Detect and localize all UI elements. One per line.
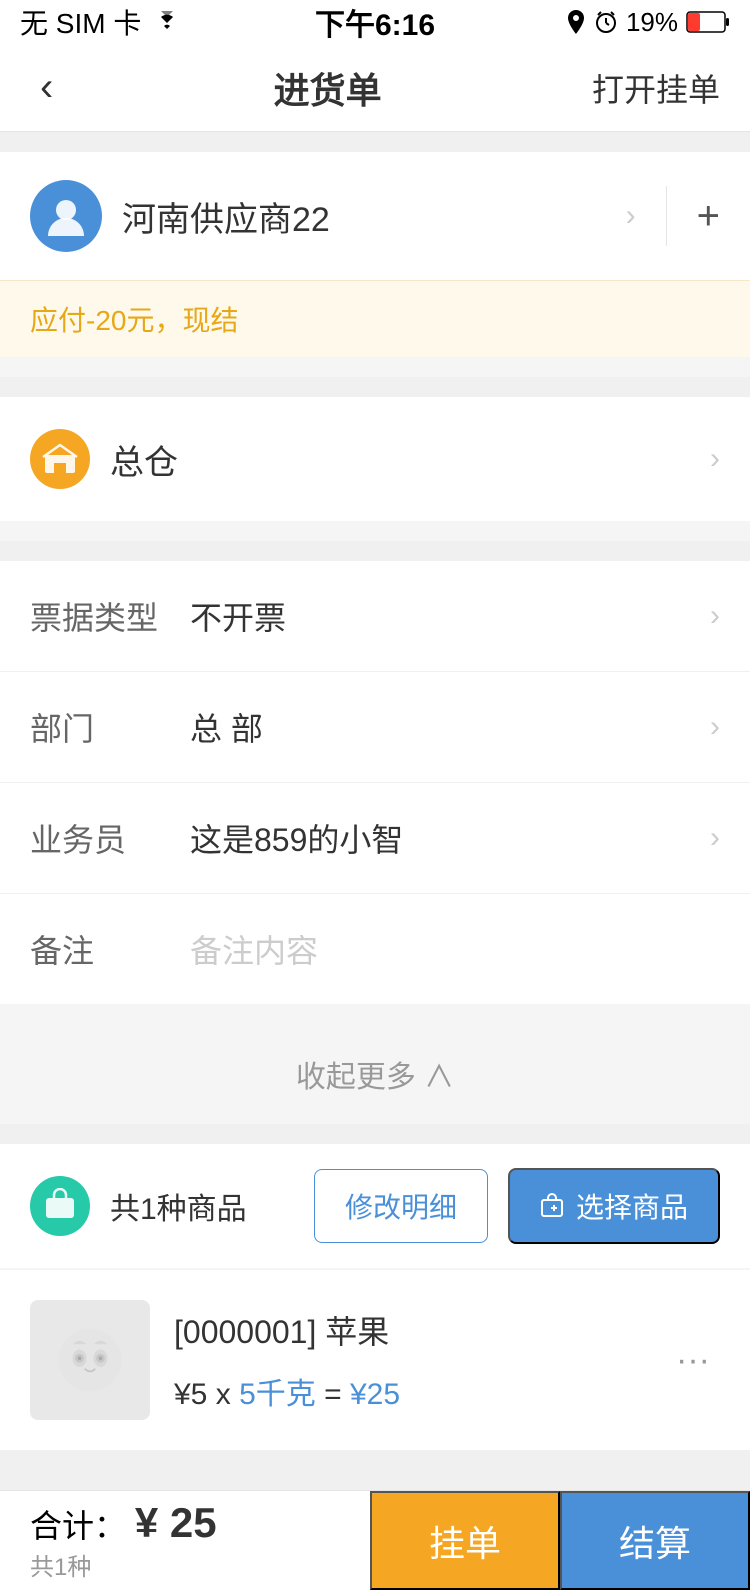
supplier-card: 河南供应商22 › + 应付-20元，现结 xyxy=(0,152,750,357)
notice-text: 应付-20元，现结 xyxy=(30,305,238,336)
product-code: [0000001] xyxy=(174,1314,316,1350)
bottom-spacer xyxy=(0,1450,750,1490)
invoice-chevron-icon: › xyxy=(710,599,720,633)
nav-bar: ‹ 进货单 打开挂单 xyxy=(0,44,750,132)
product-name: [0000001] 苹果 xyxy=(174,1307,642,1353)
status-bar: 无 SIM 卡 下午6:16 19% xyxy=(0,0,750,44)
product-thumbnail xyxy=(30,1300,150,1420)
salesperson-row[interactable]: 业务员 这是859的小智 › xyxy=(0,783,750,894)
cart-icon xyxy=(540,1192,568,1220)
divider xyxy=(666,186,667,246)
notice-bar: 应付-20元，现结 xyxy=(0,280,750,357)
line-total: ¥25 xyxy=(350,1378,400,1411)
product-more-button[interactable]: ··· xyxy=(666,1331,720,1390)
page-title: 进货单 xyxy=(274,62,382,114)
product-title: 苹果 xyxy=(325,1314,389,1350)
salesperson-chevron-icon: › xyxy=(710,821,720,855)
warehouse-row[interactable]: 总仓 › xyxy=(0,397,750,521)
warehouse-chevron-icon: › xyxy=(710,442,720,476)
product-header: 共1种商品 修改明细 选择商品 xyxy=(0,1144,750,1268)
multiply-sign: x xyxy=(216,1378,239,1411)
total-amount: ¥ 25 xyxy=(135,1499,217,1546)
separator-1 xyxy=(0,377,750,397)
supplier-avatar xyxy=(30,180,102,252)
pend-button[interactable]: 挂单 xyxy=(370,1491,560,1590)
supplier-row[interactable]: 河南供应商22 › + xyxy=(0,152,750,280)
supplier-chevron-icon: › xyxy=(626,199,636,233)
supplier-name: 河南供应商22 xyxy=(122,192,626,241)
total-section: 合计： ¥ 25 共1种 xyxy=(0,1499,370,1582)
checkout-button[interactable]: 结算 xyxy=(560,1491,750,1590)
alarm-icon xyxy=(594,10,618,34)
salesperson-label: 业务员 xyxy=(30,815,190,861)
salesperson-value: 这是859的小智 xyxy=(190,815,710,861)
status-time: 下午6:16 xyxy=(315,0,435,44)
product-info: [0000001] 苹果 ¥5 x 5千克 = ¥25 xyxy=(174,1307,642,1413)
warehouse-icon-bg xyxy=(30,429,90,489)
department-row[interactable]: 部门 总 部 › xyxy=(0,672,750,783)
invoice-type-label: 票据类型 xyxy=(30,593,190,639)
warehouse-card: 总仓 › xyxy=(0,397,750,521)
product-count-icon xyxy=(30,1176,90,1236)
department-chevron-icon: › xyxy=(710,710,720,744)
total-label: 合计： xyxy=(30,1508,126,1544)
select-product-label: 选择商品 xyxy=(576,1186,688,1226)
battery-icon xyxy=(686,11,730,33)
back-button[interactable]: ‹ xyxy=(30,55,63,120)
separator-2 xyxy=(0,541,750,561)
separator-3 xyxy=(0,1124,750,1144)
product-item: [0000001] 苹果 ¥5 x 5千克 = ¥25 ··· xyxy=(0,1270,750,1450)
select-product-button[interactable]: 选择商品 xyxy=(508,1168,720,1244)
form-card: 票据类型 不开票 › 部门 总 部 › 业务员 这是859的小智 › 备注 备注… xyxy=(0,561,750,1004)
carrier-text: 无 SIM 卡 xyxy=(20,2,141,42)
open-pending-button[interactable]: 打开挂单 xyxy=(592,65,720,111)
product-count-text: 共1种商品 xyxy=(110,1184,294,1228)
wifi-icon xyxy=(151,11,183,33)
top-separator xyxy=(0,132,750,152)
warehouse-name: 总仓 xyxy=(110,435,710,484)
remark-label: 备注 xyxy=(30,926,190,972)
invoice-type-row[interactable]: 票据类型 不开票 › xyxy=(0,561,750,672)
unit-price: ¥5 xyxy=(174,1378,207,1411)
total-count: 共1种 xyxy=(30,1547,340,1582)
remark-placeholder: 备注内容 xyxy=(190,926,720,972)
invoice-type-value: 不开票 xyxy=(190,593,710,639)
remark-row[interactable]: 备注 备注内容 xyxy=(0,894,750,1004)
edit-detail-button[interactable]: 修改明细 xyxy=(314,1169,488,1243)
location-icon xyxy=(566,10,586,34)
battery-text: 19% xyxy=(626,7,678,38)
equals-sign: = xyxy=(324,1378,350,1411)
department-value: 总 部 xyxy=(190,704,710,750)
add-supplier-button[interactable]: + xyxy=(697,194,720,239)
product-price: ¥5 x 5千克 = ¥25 xyxy=(174,1369,642,1413)
collapse-button[interactable]: 收起更多 ∧ xyxy=(0,1024,750,1124)
department-label: 部门 xyxy=(30,704,190,750)
quantity: 5千克 xyxy=(239,1378,316,1411)
bottom-bar: 合计： ¥ 25 共1种 挂单 结算 xyxy=(0,1490,750,1590)
